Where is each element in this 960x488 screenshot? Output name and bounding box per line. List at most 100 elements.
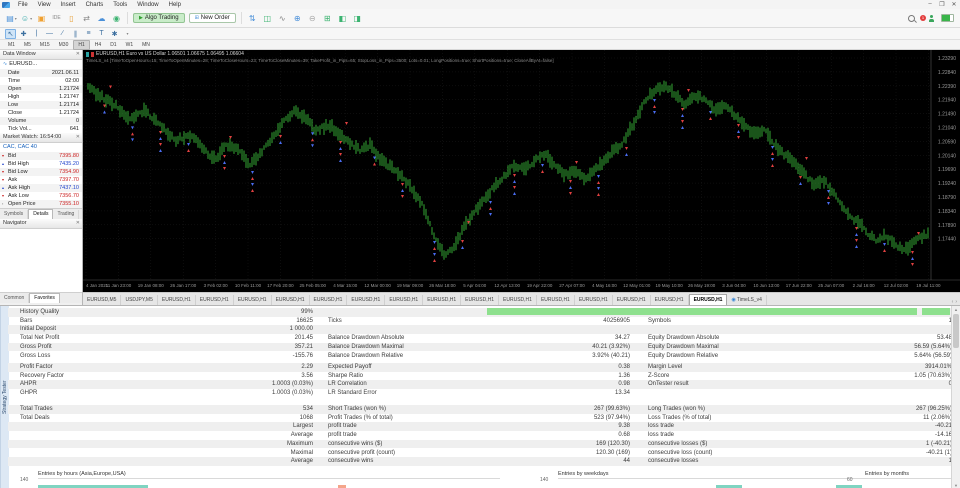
maximize-button[interactable]: ❐ (936, 1, 948, 8)
market-watch-symbol[interactable]: CAC, CAC 40 (0, 143, 82, 152)
chart-area[interactable]: 1.23290 1.22840 1.22390 1.21940 1.21490 1.210… (83, 50, 960, 292)
chart-tab-eurusd-h1[interactable]: EURUSD,H1 (310, 295, 348, 305)
chart-tab-eurusd-m5[interactable]: EURUSD,M5 (83, 295, 122, 305)
close-icon[interactable]: ✕ (76, 50, 80, 59)
market-watch-tab-details[interactable]: Details (28, 209, 54, 219)
profiles-icon[interactable]: ☺ ▾ (20, 12, 33, 25)
chart-tab-eurusd-h1[interactable]: EURUSD,H1 (158, 295, 196, 305)
community-icon[interactable]: ◉ (110, 12, 123, 25)
row-label: Tick Vol... (8, 126, 32, 132)
depth-of-market-icon[interactable]: ◫ (261, 12, 274, 25)
chart-tab-eurusd-h1[interactable]: EURUSD,H1 (272, 295, 310, 305)
stat-label: consecutive loss (count) (648, 449, 713, 456)
chart-tab-eurusd-h1[interactable]: EURUSD,H1 (234, 295, 272, 305)
market-watch-row[interactable]: ▴ Bid High 7435.20 (0, 160, 82, 168)
market-watch-row[interactable]: ▴ Ask High 7437.10 (0, 184, 82, 192)
timeframe-m15[interactable]: M15 (36, 41, 54, 49)
cursor-icon[interactable]: ↖ (5, 28, 16, 39)
window-left-icon[interactable]: ◧ (336, 12, 349, 25)
market-watch-row[interactable]: ▾ Bid Low 7354.90 (0, 168, 82, 176)
tester-scrollbar[interactable]: ▲ ▼ (951, 306, 960, 488)
cloud-icon[interactable]: ☁ (95, 12, 108, 25)
channel-icon[interactable]: ∥ (70, 29, 81, 39)
chart-tab-eurusd-h1[interactable]: EURUSD,H1 (575, 295, 613, 305)
navigator-tab-favorites[interactable]: Favorites (29, 293, 60, 303)
chart-tab-eurusd-h1[interactable]: EURUSD,H1 (613, 295, 651, 305)
timeframe-h1[interactable]: H1 (73, 39, 90, 50)
scroll-up-icon[interactable]: ▲ (952, 307, 960, 312)
user-icon[interactable] (929, 14, 934, 22)
row-value: 7356.70 (59, 193, 79, 199)
market-watch-row[interactable]: ▾ Ask 7397.70 (0, 176, 82, 184)
zoom-out-icon[interactable]: ⊖ (306, 12, 319, 25)
chart-tab-eurusd-h1[interactable]: EURUSD,H1 (196, 295, 234, 305)
timeframe-h4[interactable]: H4 (91, 41, 105, 49)
vertical-line-icon[interactable]: | (31, 29, 42, 39)
chevron-down-icon[interactable]: ▾ (122, 29, 133, 39)
market-watch-row[interactable]: ▾ Ask Low 7356.70 (0, 192, 82, 200)
mini-chart-axis (865, 478, 953, 479)
zigzag-icon[interactable]: ∿ (276, 12, 289, 25)
ide-icon[interactable]: IDE (50, 12, 63, 25)
market-watch-tab-trading[interactable]: Trading (53, 210, 80, 219)
timeframe-m5[interactable]: M5 (20, 41, 35, 49)
candlestick-chart[interactable]: 1.232901.228401.223901.219401.214901.210… (83, 50, 960, 292)
crosshair-icon[interactable]: ✚ (18, 29, 29, 39)
toolbar-status-area: 1 (908, 14, 954, 22)
stat-value: 11 (2.06%) (923, 414, 952, 421)
market-watch-row[interactable]: ▾ Bid 7395.80 (0, 152, 82, 160)
horizontal-line-icon[interactable]: — (44, 29, 55, 39)
timeframe-m30[interactable]: M30 (55, 41, 73, 49)
chart-tab-eurusd-h1[interactable]: EURUSD,H1 (461, 295, 500, 305)
chart-tab-eurusd-h1[interactable]: EURUSD,H1 (347, 295, 386, 305)
menu-charts[interactable]: Charts (81, 2, 109, 8)
connection-icon[interactable]: ⇄ (80, 12, 93, 25)
timeframe-d1[interactable]: D1 (106, 41, 120, 49)
close-icon[interactable]: ✕ (76, 219, 80, 228)
lock-icon[interactable]: ▯ (65, 12, 78, 25)
menu-file[interactable]: File (13, 2, 33, 8)
tester-report-row: Total Net Profit 201.45 Balance Drawdown A… (8, 334, 952, 343)
fibonacci-icon[interactable]: ≡ (83, 29, 94, 39)
stat-value: 53.48 (936, 335, 952, 342)
timeframe-mn[interactable]: MN (138, 41, 154, 49)
tile-windows-icon[interactable]: ⊞ (321, 12, 334, 25)
scrollbar-thumb[interactable] (953, 314, 959, 348)
chart-tab-timels-v4[interactable]: ◉TimeLS_v4 (727, 295, 767, 305)
scroll-down-icon[interactable]: ▼ (952, 483, 960, 488)
timeframe-w1[interactable]: W1 (122, 41, 138, 49)
chart-tab-eurusd-h1[interactable]: EURUSD,H1 (385, 295, 424, 305)
tick-chart-icon[interactable]: ⇅ (246, 12, 259, 25)
trendline-icon[interactable]: ∕ (57, 29, 68, 39)
minimize-button[interactable]: – (924, 1, 936, 8)
timeframe-m1[interactable]: M1 (4, 41, 19, 49)
zoom-in-icon[interactable]: ⊕ (291, 12, 304, 25)
navigator-tab-common[interactable]: Common (0, 294, 30, 303)
order-icon: ⊞ (194, 15, 199, 21)
new-order-button[interactable]: ⊞ New Order (188, 13, 236, 23)
market-watch-tab-symbols[interactable]: Symbols (0, 210, 29, 219)
text-icon[interactable]: T (96, 29, 107, 39)
menu-insert[interactable]: Insert (56, 2, 81, 8)
chart-tab-eurusd-h1[interactable]: EURUSD,H1 (423, 295, 462, 305)
chart-tab-eurusd-h1[interactable]: EURUSD,H1 (688, 294, 728, 305)
search-icon[interactable] (908, 14, 915, 22)
algo-trading-button[interactable]: ▶ Algo Trading (133, 13, 185, 23)
metaeditor-icon[interactable]: ▣ (35, 12, 48, 25)
menu-window[interactable]: Window (132, 2, 163, 8)
time-axis-label: 11 Jan 23:00 (106, 283, 132, 288)
menu-tools[interactable]: Tools (108, 2, 132, 8)
objects-icon[interactable]: ✱ (109, 29, 120, 39)
menu-view[interactable]: View (33, 2, 56, 8)
chart-tab-usdjpy-m5[interactable]: USDJPY,M5 (121, 295, 158, 305)
menu-help[interactable]: Help (164, 2, 186, 8)
chart-tab-eurusd-h1[interactable]: EURUSD,H1 (651, 295, 689, 305)
navigator-body[interactable] (0, 229, 82, 292)
close-icon[interactable]: ✕ (76, 133, 80, 142)
chart-tab-eurusd-h1[interactable]: EURUSD,H1 (499, 295, 537, 305)
window-right-icon[interactable]: ◨ (351, 12, 364, 25)
market-watch-row[interactable]: ▪ Open Price 7355.10 (0, 200, 82, 208)
chart-tab-eurusd-h1[interactable]: EURUSD,H1 (537, 295, 575, 305)
close-button[interactable]: ✕ (948, 1, 960, 8)
new-chart-icon[interactable]: ▤ ▾ (5, 12, 18, 25)
